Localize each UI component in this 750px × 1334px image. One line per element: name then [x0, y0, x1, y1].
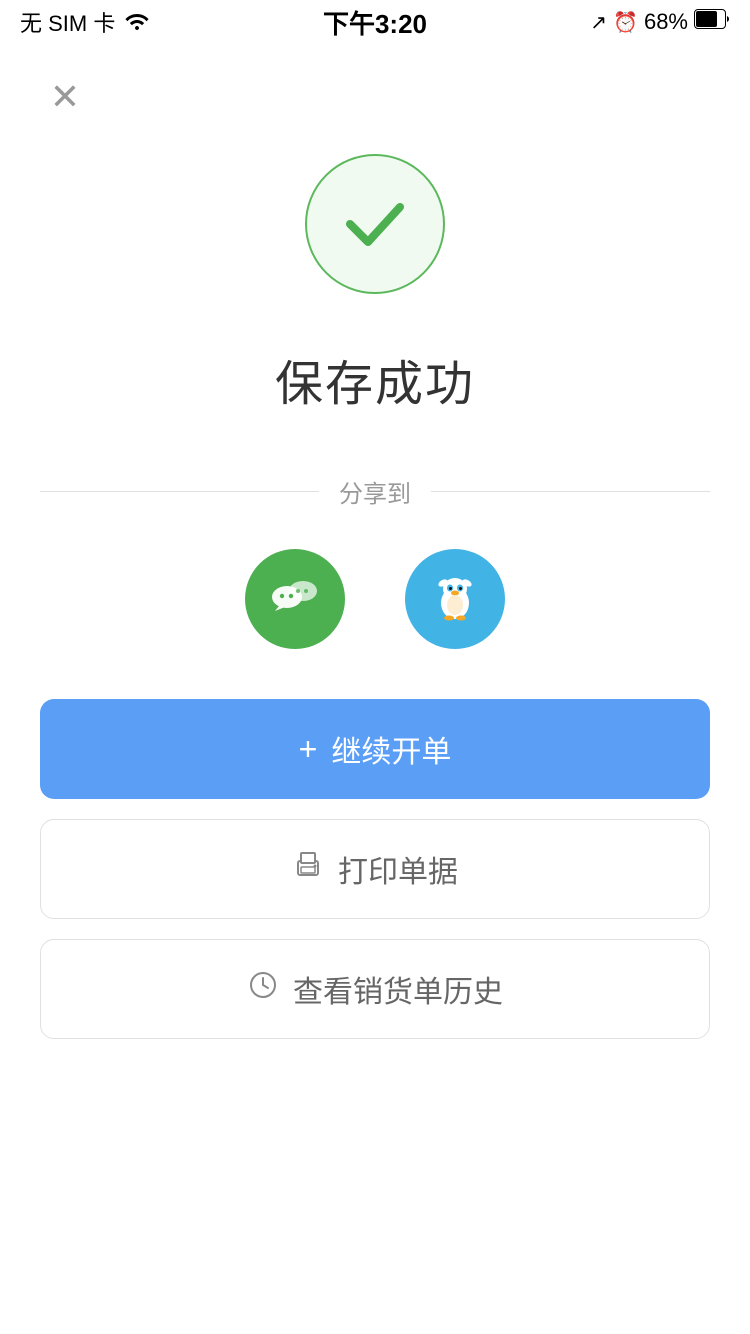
battery-icon [694, 9, 730, 35]
close-button[interactable]: ✕ [40, 72, 90, 122]
qq-share-button[interactable] [405, 549, 505, 649]
divider-right [431, 491, 710, 492]
success-circle [305, 154, 445, 294]
status-right: ↗ ⏰ 68% [590, 9, 730, 35]
share-section: 分享到 [40, 474, 710, 649]
alarm-icon: ⏰ [613, 10, 638, 35]
history-button[interactable]: 查看销货单历史 [40, 939, 710, 1039]
status-bar: 无 SIM 卡 下午3:20 ↗ ⏰ 68% [0, 0, 750, 44]
battery-percent: 68% [644, 9, 688, 35]
print-button[interactable]: 打印单据 [40, 819, 710, 919]
share-icons [40, 549, 710, 649]
share-divider: 分享到 [40, 474, 710, 509]
success-title: 保存成功 [275, 344, 475, 414]
divider-left [40, 491, 319, 492]
plus-icon: + [299, 731, 318, 768]
continue-button[interactable]: + 继续开单 [40, 699, 710, 799]
close-icon: ✕ [50, 79, 80, 115]
wifi-icon [123, 8, 151, 36]
status-time: 下午3:20 [323, 4, 427, 41]
wechat-share-button[interactable] [245, 549, 345, 649]
wechat-icon [265, 569, 325, 629]
share-label: 分享到 [339, 474, 411, 509]
continue-label: 继续开单 [331, 727, 451, 771]
clock-icon [247, 969, 279, 1009]
location-icon: ↗ [590, 10, 607, 35]
no-sim-text: 无 SIM 卡 [20, 6, 115, 38]
action-buttons: + 继续开单 打印单据 查看销货单历史 [40, 699, 710, 1039]
checkmark-icon [340, 189, 410, 259]
qq-icon [425, 569, 485, 629]
success-area: 保存成功 [40, 44, 710, 414]
print-label: 打印单据 [338, 847, 458, 891]
main-content: ✕ 保存成功 分享到 [0, 44, 750, 1334]
status-left: 无 SIM 卡 [20, 6, 151, 38]
printer-icon [292, 849, 324, 889]
history-label: 查看销货单历史 [293, 967, 503, 1011]
